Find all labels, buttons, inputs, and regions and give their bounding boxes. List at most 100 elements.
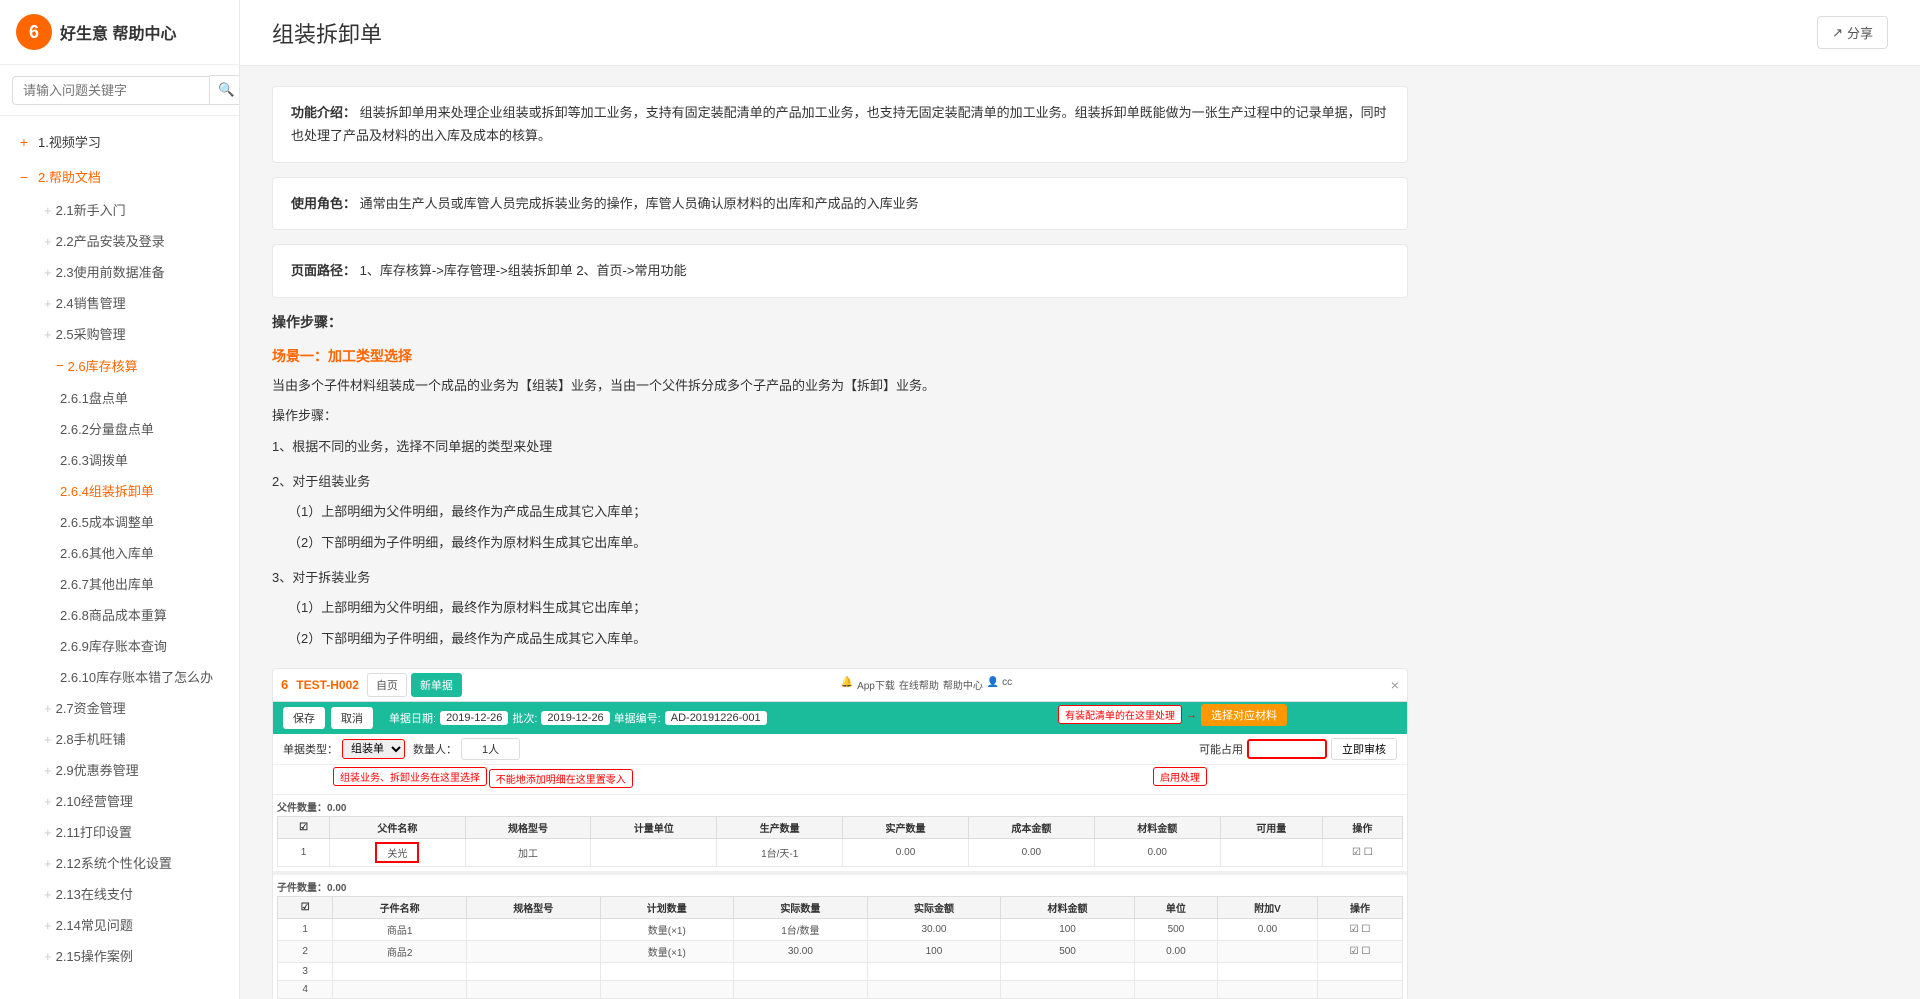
- path-text: 1、库存核算->库存管理->组装拆卸单 2、首页->常用功能: [360, 263, 687, 278]
- lower-table-label: 子件数量：0.00: [277, 879, 1403, 894]
- lower-table-body: 1 商品1 数量(×1) 1台/数量 30.00 100 500 0.00: [278, 918, 1403, 999]
- mock-stock-input[interactable]: [1247, 739, 1327, 759]
- role-text: 通常由生产人员或库管人员完成拆装业务的操作，库管人员确认原材料的出库和产成品的入…: [360, 196, 919, 211]
- upper-th-6: 成本金额: [968, 816, 1094, 838]
- mock-stock-label: 可能占用: [1199, 741, 1243, 757]
- sidebar-item-2-6-6[interactable]: 2.6.6其他入库单: [44, 537, 239, 568]
- sidebar-item-newbie[interactable]: +2.1新手入门: [28, 194, 239, 225]
- mock-lower-table: ☑ 子件名称 规格型号 计划数量 实际数量 实际金额 材料金额 单位 附加V: [277, 896, 1403, 999]
- sidebar-item-2-6-4[interactable]: 2.6.4组装拆卸单: [44, 475, 239, 506]
- scene1-desc: 当由多个子件材料组装成一个成品的业务为【组装】业务，当由一个父件拆分成多个子产品…: [272, 374, 1408, 399]
- sidebar-item-2-6-5[interactable]: 2.6.5成本调整单: [44, 506, 239, 537]
- sidebar-item-print[interactable]: +2.11打印设置: [28, 816, 239, 847]
- sidebar-item-system[interactable]: +2.12系统个性化设置: [28, 847, 239, 878]
- sidebar-item-2-6-3[interactable]: 2.6.3调拨单: [44, 444, 239, 475]
- path-label: 页面路径：: [291, 263, 356, 278]
- lower-row-3: 3: [278, 962, 1403, 980]
- sidebar-item-finance[interactable]: +2.7资金管理: [28, 692, 239, 723]
- sidebar-item-sales[interactable]: +2.4销售管理: [28, 287, 239, 318]
- lower-table-header: ☑ 子件名称 规格型号 计划数量 实际数量 实际金额 材料金额 单位 附加V: [278, 896, 1403, 918]
- search-button[interactable]: 🔍: [210, 75, 240, 105]
- nav-docs-children: +2.1新手入门 +2.2产品安装及登录 +2.3使用前数据准备 +2.4销售管…: [0, 194, 239, 971]
- sidebar-item-cases[interactable]: +2.15操作案例: [28, 940, 239, 971]
- upper-cell-0-2: 加工: [465, 838, 591, 866]
- upper-th-8: 可用量: [1220, 816, 1322, 838]
- sidebar-item-purchase[interactable]: +2.5采购管理: [28, 318, 239, 349]
- upper-cell-0-7: 0.00: [1094, 838, 1220, 866]
- lower-header-row: ☑ 子件名称 规格型号 计划数量 实际数量 实际金额 材料金额 单位 附加V: [278, 896, 1403, 918]
- mock-save-btn[interactable]: 保存: [283, 707, 325, 729]
- plus-icon: +: [16, 134, 32, 150]
- mock-doc-no-value: AD-20191226-001: [665, 711, 767, 725]
- sidebar-item-stock[interactable]: − 2.6库存核算: [28, 349, 239, 382]
- sidebar-item-coupon[interactable]: +2.9优惠券管理: [28, 754, 239, 785]
- sidebar-item-install[interactable]: +2.2产品安装及登录: [28, 225, 239, 256]
- sidebar-item-data[interactable]: +2.3使用前数据准备: [28, 256, 239, 287]
- lower-th-0: ☑: [278, 896, 333, 918]
- mock-cancel-btn[interactable]: 取消: [331, 707, 373, 729]
- mock-icon-bell: 🔔: [841, 677, 853, 692]
- ops-label: 操作步骤：: [272, 312, 1408, 332]
- mock-upper-table-area: 父件数量：0.00 ☑ 父件名称 规格型号 计量单位 生产数量 实产数量: [273, 795, 1407, 871]
- sidebar-item-2-6-2[interactable]: 2.6.2分量盘点单: [44, 413, 239, 444]
- search-input[interactable]: [12, 76, 210, 105]
- screenshot-container: 6 TEST-H002 自页 新单据 🔔 App下载 在线帮助 帮助中心 👤 c…: [272, 668, 1408, 999]
- step2-1-text: （1）上部明细为父件明细，最终作为产成品生成其它入库单；: [272, 500, 1408, 525]
- page-title: 组装拆卸单: [272, 17, 382, 49]
- annotation3-container: 组装业务、拆卸业务在这里选择: [333, 767, 487, 786]
- sidebar-item-2-6-9[interactable]: 2.6.9库存账本查询: [44, 630, 239, 661]
- lower-th-1: 子件名称: [333, 896, 467, 918]
- step3-1-text: （1）上部明细为父件明细，最终作为原材料生成其它出库单；: [272, 596, 1408, 621]
- lower-th-8: 附加V: [1218, 896, 1318, 918]
- mock-close-button[interactable]: ×: [1391, 677, 1399, 693]
- logo-icon: 6: [16, 14, 52, 50]
- mock-wh-label: 批次:: [512, 710, 537, 726]
- upper-row-1: 1 关光 加工 1台/天-1 0.00 0.00 0.00 ☑ ☐: [278, 838, 1403, 866]
- lower-th-5: 实际金额: [867, 896, 1001, 918]
- step3-block: 3、对于拆装业务 （1）上部明细为父件明细，最终作为原材料生成其它出库单； （2…: [272, 566, 1408, 652]
- mock-stock-area: 可能占用 立即审核: [1199, 738, 1397, 760]
- lower-th-6: 材料金额: [1001, 896, 1135, 918]
- mock-confirm-btn[interactable]: 立即审核: [1331, 738, 1397, 760]
- upper-cell-0-8: [1220, 838, 1322, 866]
- sidebar-item-pay[interactable]: +2.13在线支付: [28, 878, 239, 909]
- upper-th-5: 实产数量: [843, 816, 969, 838]
- sidebar-item-video[interactable]: + 1.视频学习: [0, 124, 239, 159]
- sidebar-item-docs[interactable]: − 2.帮助文档: [0, 159, 239, 194]
- share-button[interactable]: ↗ 分享: [1817, 16, 1888, 49]
- intro-text: 组装拆卸单用来处理企业组装或拆卸等加工业务，支持有固定装配清单的产品加工业务，也…: [291, 105, 1387, 143]
- mock-app: 6 TEST-H002 自页 新单据 🔔 App下载 在线帮助 帮助中心 👤 c…: [273, 669, 1407, 999]
- upper-th-9: 操作: [1322, 816, 1402, 838]
- lower-th-3: 计划数量: [600, 896, 734, 918]
- lower-th-7: 单位: [1134, 896, 1217, 918]
- mock-nav-home[interactable]: 自页: [367, 673, 407, 697]
- sidebar-item-2-6-10[interactable]: 2.6.10库存账本错了怎么办: [44, 661, 239, 692]
- upper-th-4: 生产数量: [717, 816, 843, 838]
- annotation4-container: 启用处理: [1153, 767, 1207, 786]
- upper-cell-0-6: 0.00: [968, 838, 1094, 866]
- sidebar-item-2-6-1[interactable]: 2.6.1盘点单: [44, 382, 239, 413]
- mock-nav-new[interactable]: 新单据: [411, 673, 462, 697]
- annotation1-arrow: →: [1186, 709, 1197, 721]
- upper-header-row: ☑ 父件名称 规格型号 计量单位 生产数量 实产数量 成本金额 材料金额 可用量: [278, 816, 1403, 838]
- mock-logo: 6: [281, 677, 288, 692]
- upper-th-1: 父件名称: [330, 816, 465, 838]
- mock-doc-no-label: 单据编号:: [614, 710, 661, 726]
- mock-date-value: 2019-12-26: [440, 711, 508, 725]
- sidebar-item-ops[interactable]: +2.10经营管理: [28, 785, 239, 816]
- logo-area: 6 好生意 帮助中心: [0, 0, 239, 65]
- lower-row-1: 1 商品1 数量(×1) 1台/数量 30.00 100 500 0.00: [278, 918, 1403, 940]
- upper-table-header: ☑ 父件名称 规格型号 计量单位 生产数量 实产数量 成本金额 材料金额 可用量: [278, 816, 1403, 838]
- upper-table-body: 1 关光 加工 1台/天-1 0.00 0.00 0.00 ☑ ☐: [278, 838, 1403, 866]
- mock-doc-type-select[interactable]: 组装单 拆卸单: [342, 739, 405, 759]
- sidebar-item-faq[interactable]: +2.14常见问题: [28, 909, 239, 940]
- sidebar-item-mobile[interactable]: +2.8手机旺铺: [28, 723, 239, 754]
- annotation5-container: ↙ 不能地添加明细在这里置零入: [473, 769, 633, 788]
- sidebar-item-2-6-7[interactable]: 2.6.7其他出库单: [44, 568, 239, 599]
- scene1-label: 场景一：加工类型选择: [272, 346, 1408, 366]
- sidebar-item-2-6-8[interactable]: 2.6.8商品成本重算: [44, 599, 239, 630]
- mock-top-icons: 🔔 App下载 在线帮助 帮助中心 👤 cc: [841, 677, 1012, 692]
- mock-count-label: 数量人：: [413, 741, 457, 757]
- mock-doc-type-label: 单据类型：: [283, 741, 338, 757]
- mock-select-material-btn[interactable]: 选择对应材料: [1201, 704, 1287, 726]
